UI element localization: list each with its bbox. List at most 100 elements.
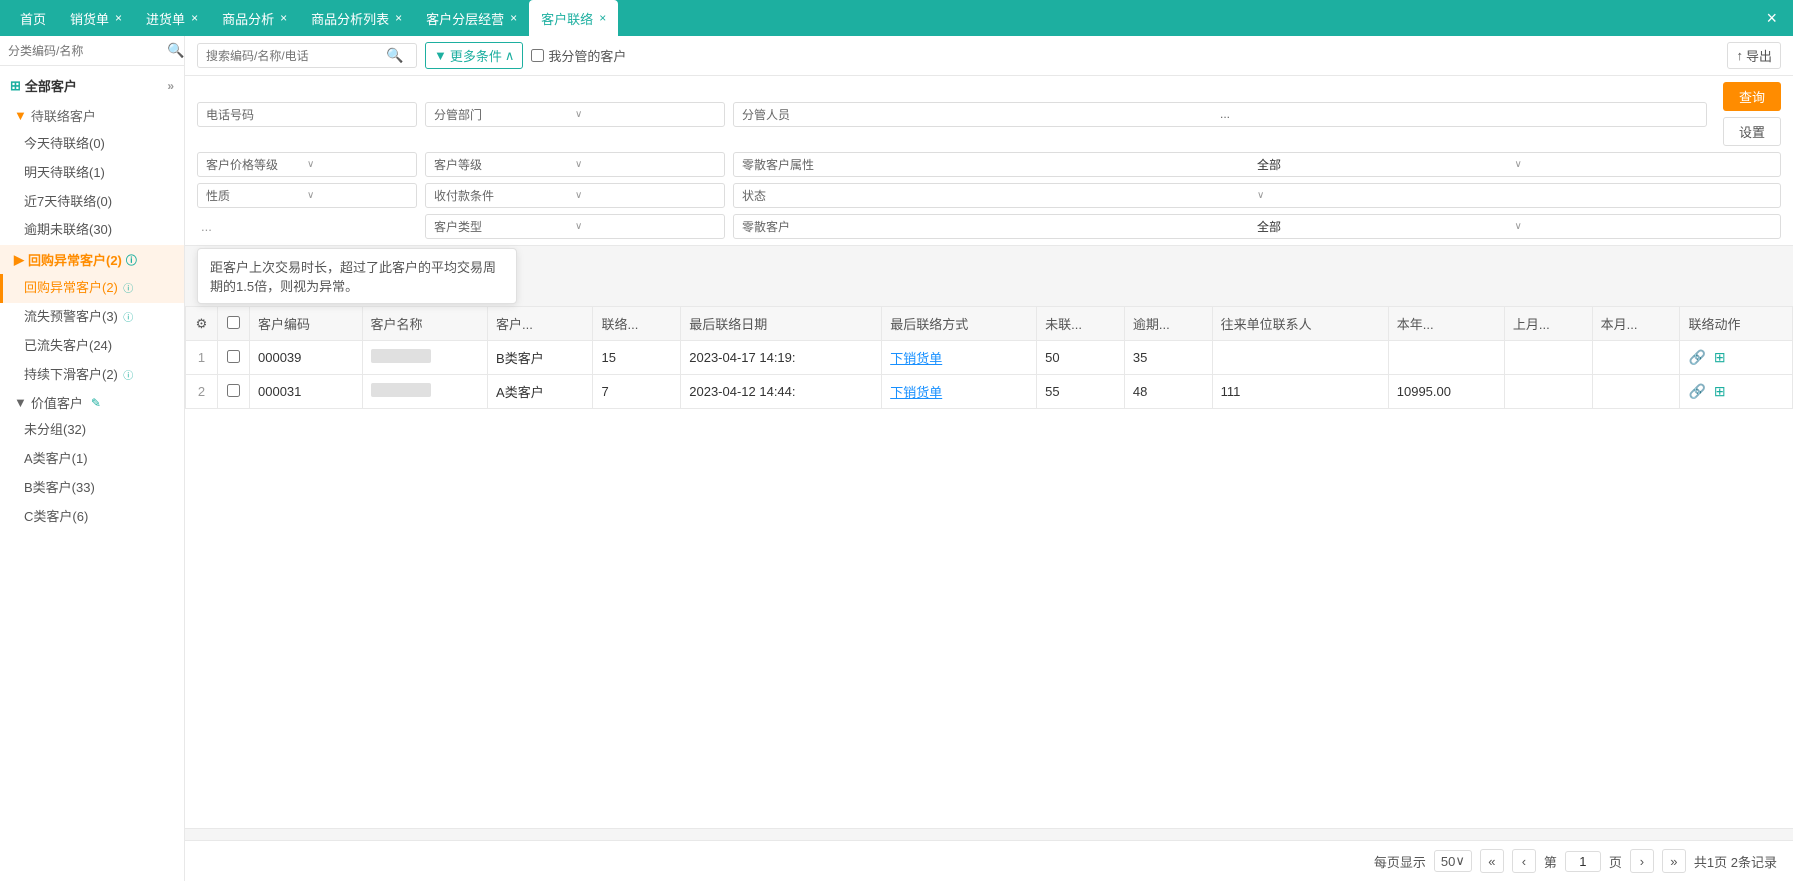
sidebar-item-repurchase-active[interactable]: 回购异常客户(2) ⓘ [0,274,184,303]
sidebar-item-declining[interactable]: 持续下滑客户(2) ⓘ [0,361,184,390]
table-row: 2 000031 A类客户 7 2023-04-12 14:44: 下销货单 5… [186,375,1793,409]
gender-field[interactable]: 性质 ∨ [197,183,417,208]
phone-field[interactable]: 电话号码 [197,102,417,127]
th-unlinked[interactable]: 未联... [1037,307,1125,341]
close-customer-contact-tab[interactable]: × [599,11,606,25]
th-gear[interactable]: ⚙ [186,307,218,341]
setting-button[interactable]: 设置 [1723,117,1781,146]
retail-attr-field[interactable]: 零散客户属性 全部 ∨ [733,152,1781,177]
row-checkbox-2[interactable] [227,384,240,397]
sidebar-search-icon[interactable]: 🔍 [167,42,184,59]
th-this-month[interactable]: 本月... [1592,307,1680,341]
sidebar-item-a-class[interactable]: A类客户(1) [0,445,184,474]
action-link-1[interactable]: 🔗 [1688,349,1705,366]
right-content: 🔍 ▼ 更多条件 ∧ 我分管的客户 ↑ 导出 电话号码 [185,36,1793,881]
select-all-checkbox[interactable] [227,316,240,329]
page-input[interactable] [1565,851,1601,872]
sidebar-item-lost[interactable]: 已流失客户(24) [0,332,184,361]
sidebar-item-b-class[interactable]: B类客户(33) [0,474,184,503]
close-analysis-list-tab[interactable]: × [395,11,402,25]
th-last-date[interactable]: 最后联络日期 [681,307,882,341]
payment-dd: ∨ [575,190,716,201]
last-page-btn[interactable]: » [1662,849,1686,873]
sidebar-item-tomorrow[interactable]: 明天待联络(1) [0,159,184,188]
info-icon2[interactable]: ⓘ [123,284,133,295]
nav-purchase[interactable]: 进货单 × [134,0,210,36]
th-last-method[interactable]: 最后联络方式 [882,307,1037,341]
sidebar-item-ungroup[interactable]: 未分组(32) [0,416,184,445]
export-button[interactable]: ↑ 导出 [1727,42,1781,69]
row-method-2[interactable]: 下销货单 [882,375,1037,409]
query-button[interactable]: 查询 [1723,82,1781,111]
sidebar-section-repurchase[interactable]: ▶ 回购异常客户(2) ⓘ [0,245,184,274]
person-dots[interactable]: ... [1216,107,1698,121]
sidebar-item-loss-warning[interactable]: 流失预警客户(3) ⓘ [0,303,184,332]
nav-sales[interactable]: 销货单 × [58,0,134,36]
th-check[interactable] [218,307,250,341]
next-page-btn[interactable]: › [1630,849,1654,873]
nav-analysis[interactable]: 商品分析 × [210,0,299,36]
close-sales-tab[interactable]: × [115,11,122,25]
prev-page-btn[interactable]: ‹ [1512,849,1536,873]
th-partner[interactable]: 往来单位联系人 [1212,307,1388,341]
row-checkbox-1[interactable] [227,350,240,363]
sidebar-item-c-class[interactable]: C类客户(6) [0,503,184,532]
row-method-1[interactable]: 下销货单 [882,341,1037,375]
top-nav: 首页 销货单 × 进货单 × 商品分析 × 商品分析列表 × 客户分层经营 × … [0,0,1793,36]
sidebar-section-value[interactable]: ▼ 价值客户 ✎ [0,389,184,416]
th-overdue[interactable]: 逾期... [1124,307,1212,341]
table-row: 1 000039 B类客户 15 2023-04-17 14:19: 下销货单 … [186,341,1793,375]
nav-customer-contact[interactable]: 客户联络 × [529,0,618,36]
my-customer-checkbox[interactable] [531,49,544,62]
customer-grade-field[interactable]: 客户等级 ∨ [425,152,725,177]
action-grid-1[interactable]: ⊞ [1714,349,1726,366]
dept-field[interactable]: 分管部门 ∨ [425,102,725,127]
status-field[interactable]: 状态 ∨ [733,183,1781,208]
customer-type-field[interactable]: 客户类型 ∨ [425,214,725,239]
person-field[interactable]: 分管人员 ... [733,102,1707,127]
th-this-year[interactable]: 本年... [1388,307,1504,341]
price-grade-field[interactable]: 客户价格等级 ∨ [197,152,417,177]
th-name[interactable]: 客户名称 [362,307,488,341]
retail-customer-field[interactable]: 零散客户 全部 ∨ [733,214,1781,239]
close-purchase-tab[interactable]: × [191,11,198,25]
close-analysis-tab[interactable]: × [280,11,287,25]
row-name-1 [362,341,488,375]
action-link-2[interactable]: 🔗 [1688,383,1705,400]
collapse-icon[interactable]: » [167,79,174,93]
row4-dots[interactable]: ... [197,219,216,234]
sidebar-item-overdue[interactable]: 逾期未联络(30) [0,216,184,245]
nav-analysis-list[interactable]: 商品分析列表 × [299,0,414,36]
th-action[interactable]: 联络动作 [1680,307,1793,341]
action-grid-2[interactable]: ⊞ [1714,383,1726,400]
main-search-icon[interactable]: 🔍 [386,47,403,64]
sidebar-search-input[interactable] [8,44,163,58]
nav-home[interactable]: 首页 [8,0,58,36]
nav-customer-tier[interactable]: 客户分层经营 × [414,0,529,36]
info-icon[interactable]: ⓘ [126,252,137,268]
th-last-month[interactable]: 上月... [1504,307,1592,341]
th-code[interactable]: 客户编码 [250,307,363,341]
my-customer-checkbox-wrap[interactable]: 我分管的客户 [531,46,626,65]
info-icon4[interactable]: ⓘ [123,371,133,382]
row-check-1[interactable] [218,341,250,375]
sidebar-search-bar: 🔍 [0,36,184,66]
th-type[interactable]: 客户... [488,307,593,341]
horizontal-scrollbar[interactable] [185,828,1793,840]
page-size-select[interactable]: 50 ∨ [1434,850,1472,872]
window-close-button[interactable]: × [1758,8,1785,29]
sidebar-item-7days[interactable]: 近7天待联络(0) [0,188,184,217]
more-conditions-btn[interactable]: ▼ 更多条件 ∧ [425,42,523,69]
edit-icon[interactable]: ✎ [91,396,101,410]
sidebar-section-pending[interactable]: ▼ 待联络客户 [0,101,184,130]
payment-field[interactable]: 收付款条件 ∨ [425,183,725,208]
info-icon3[interactable]: ⓘ [123,313,133,324]
first-page-btn[interactable]: « [1480,849,1504,873]
row-check-2[interactable] [218,375,250,409]
main-search-input[interactable] [206,49,386,63]
th-contact[interactable]: 联络... [593,307,681,341]
close-customer-tier-tab[interactable]: × [510,11,517,25]
customer-type-dd: ∨ [575,221,716,232]
sidebar-all-customers[interactable]: ⊞ 全部客户 » [0,70,184,101]
sidebar-item-today[interactable]: 今天待联络(0) [0,130,184,159]
